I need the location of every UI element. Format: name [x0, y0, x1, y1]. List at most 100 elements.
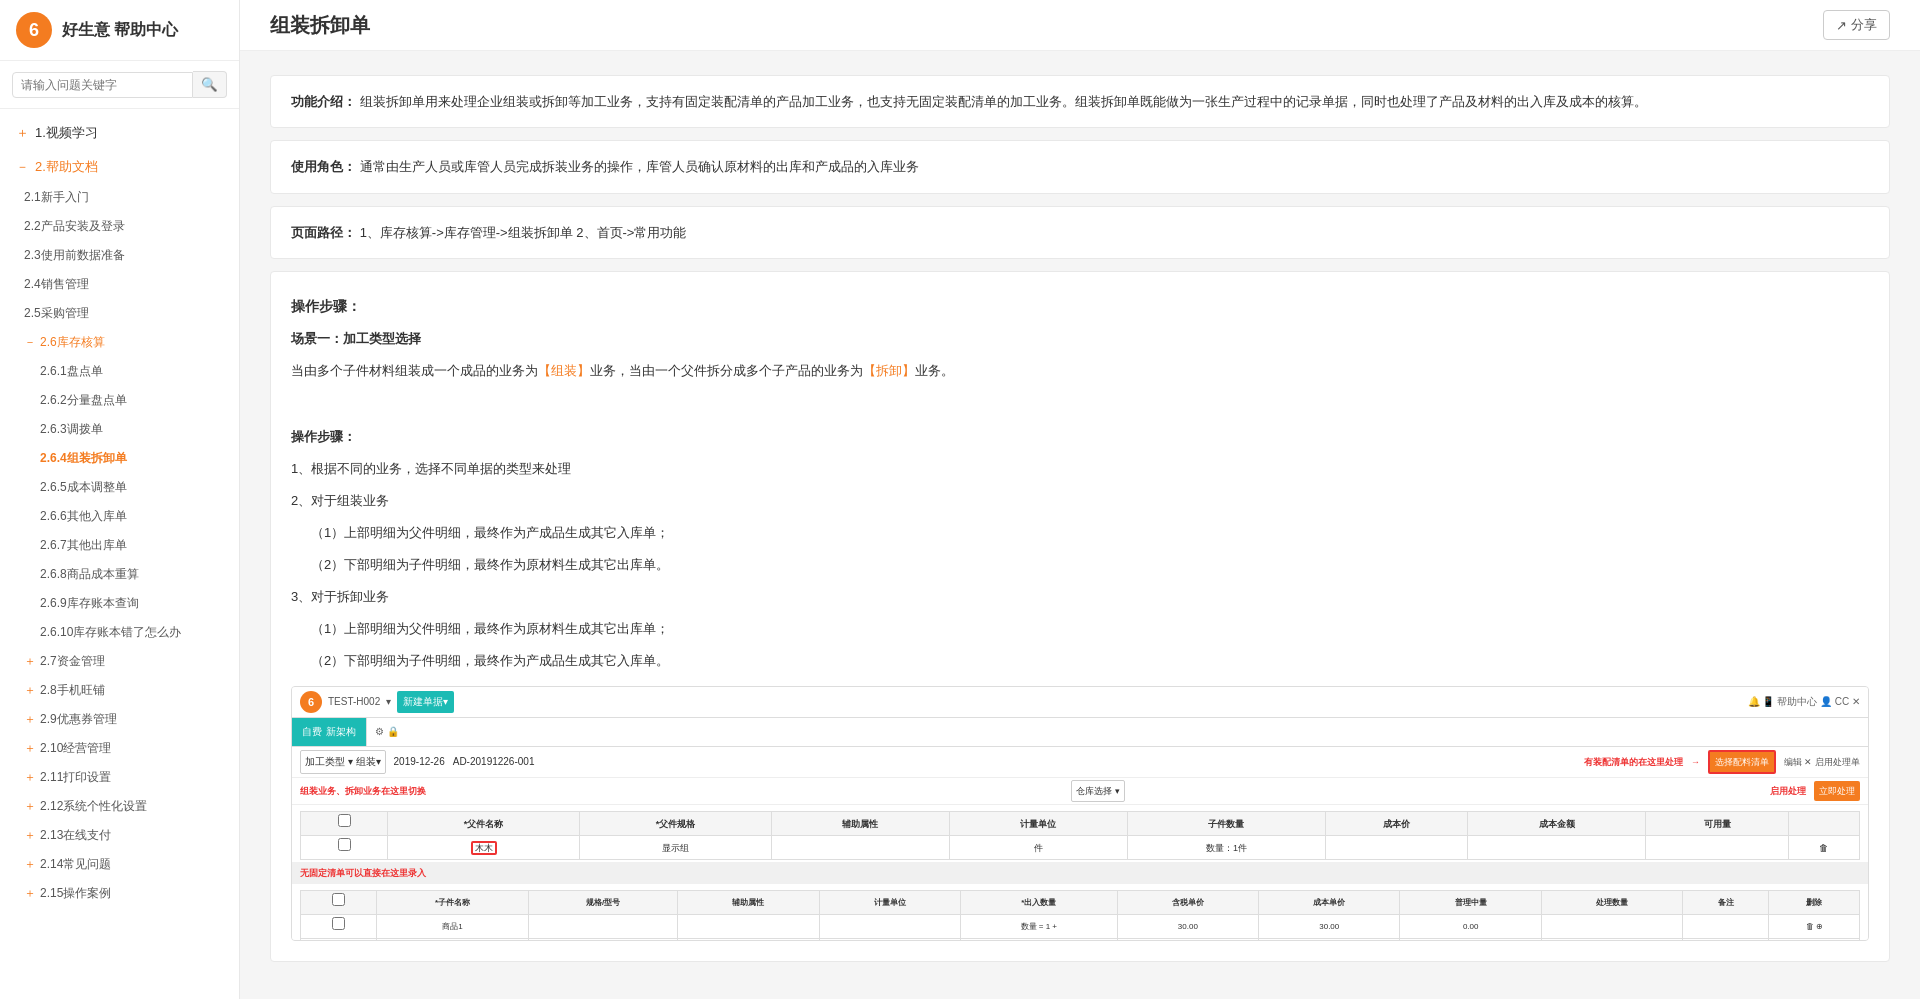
sim-bottom-row-1: 商品1 数量 = 1 + 30.00 30.00 0.00: [301, 915, 1860, 939]
sim-tab-new-btn: 新架构: [326, 722, 356, 742]
nav-section-help-header[interactable]: － 2.帮助文档: [0, 151, 239, 183]
nav-item-2-6[interactable]: － 2.6库存核算: [24, 328, 239, 357]
content-area: 功能介绍： 组装拆卸单用来处理企业组装或拆卸等加工业务，支持有固定装配清单的产品…: [240, 51, 1920, 999]
nav-item-2-6-9[interactable]: 2.6.9库存账本查询: [40, 589, 239, 618]
nav-item-2-15[interactable]: ＋2.15操作案例: [24, 879, 239, 908]
sim-annotation-top: 有装配清单的在这里处理: [1584, 753, 1683, 771]
sim-top-table-header-row: *父件名称 *父件规格 辅助属性 计量单位 子件数量 成本价 成本金额 可用量: [301, 812, 1860, 836]
content-main-block: 操作步骤： 场景一：加工类型选择 当由多个子件材料组装成一个成品的业务为【组装】…: [270, 271, 1890, 962]
sim-sub-header: 组装业务、拆卸业务在这里切换 仓库选择 ▾ 启用处理 立即处理: [292, 778, 1868, 805]
nav-item-2-6-4[interactable]: 2.6.4组装拆卸单: [40, 444, 239, 473]
btr1-qty: 数量 = 1 +: [960, 915, 1117, 939]
th-cost-price: 成本价: [1325, 812, 1467, 836]
bth-aux: 辅助属性: [678, 891, 819, 915]
logo-text: 好生意 帮助中心: [62, 20, 178, 41]
nav-item-2-6-2[interactable]: 2.6.2分量盘点单: [40, 386, 239, 415]
nav-item-2-6-8[interactable]: 2.6.8商品成本重算: [40, 560, 239, 589]
nav-item-2-11[interactable]: ＋2.11打印设置: [24, 763, 239, 792]
screenshot-container: 6 TEST-H002 ▾ 新建单据▾ 🔔 📱 帮助中心 👤 CC ✕ 自费: [291, 686, 1869, 941]
nav-item-2-8[interactable]: ＋2.8手机旺铺: [24, 676, 239, 705]
highlight-assemble: 【组装】: [538, 363, 590, 378]
btr2-note: [1683, 939, 1769, 942]
sim-new-btn: 新建单据▾: [397, 691, 454, 713]
sim-tab-icon-area: ⚙ 🔒: [366, 718, 407, 746]
share-button[interactable]: ↗ 分享: [1823, 10, 1890, 40]
bth-qty: *出入数量: [960, 891, 1117, 915]
sim-nav-item1: ▾: [386, 692, 391, 712]
sim-bottom-header: 无固定清单可以直接在这里录入: [292, 862, 1868, 884]
nav-item-2-4[interactable]: 2.4销售管理: [24, 270, 239, 299]
search-button[interactable]: 🔍: [193, 71, 227, 98]
nav-item-2-7[interactable]: ＋2.7资金管理: [24, 647, 239, 676]
search-input[interactable]: [12, 72, 193, 98]
sim-process-annotation: 启用处理: [1770, 782, 1806, 800]
th-parent-name: *父件名称: [388, 812, 580, 836]
bth-spec: 规格/型号: [529, 891, 678, 915]
td-spec-1: 显示组: [579, 836, 771, 860]
btr2-proc: 0.00: [1400, 939, 1541, 942]
topbar: 组装拆卸单 ↗ 分享: [240, 0, 1920, 51]
nav-item-2-13[interactable]: ＋2.13在线支付: [24, 821, 239, 850]
td-checkbox-1: [301, 836, 388, 860]
row-check-1[interactable]: [338, 838, 351, 851]
sim-bottom-row-2: 商品2 数量 = 1 + 30.00 0.00: [301, 939, 1860, 942]
th-aux-attr: 辅助属性: [771, 812, 949, 836]
btr1-spec: [529, 915, 678, 939]
sim-titlebar-left: 6 TEST-H002 ▾ 新建单据▾: [300, 691, 454, 713]
td-aux-1: [771, 836, 949, 860]
td-available-1: [1646, 836, 1788, 860]
nav-item-2-6-10[interactable]: 2.6.10库存账本错了怎么办: [40, 618, 239, 647]
nav-item-2-6-5[interactable]: 2.6.5成本调整单: [40, 473, 239, 502]
nav-item-2-9[interactable]: ＋2.9优惠券管理: [24, 705, 239, 734]
th-cost-amount: 成本金额: [1468, 812, 1646, 836]
sim-date: 2019-12-26: [394, 752, 445, 772]
nav-item-2-12[interactable]: ＋2.12系统个性化设置: [24, 792, 239, 821]
sidebar: 6 好生意 帮助中心 🔍 ＋ 1.视频学习 － 2.帮助文档 2.1新手入门 2…: [0, 0, 240, 999]
select-all-top[interactable]: [338, 814, 351, 827]
btr1-name: 商品1: [376, 915, 528, 939]
th-available: 可用量: [1646, 812, 1788, 836]
role-block: 使用角色： 通常由生产人员或库管人员完成拆装业务的操作，库管人员确认原材料的出库…: [270, 140, 1890, 193]
nav-sub-help: 2.1新手入门 2.2产品安装及登录 2.3使用前数据准备 2.4销售管理 2.…: [0, 183, 239, 908]
sim-title: TEST-H002: [328, 692, 380, 712]
btr1-cost: 30.00: [1259, 915, 1400, 939]
highlight-disassemble: 【拆卸】: [863, 363, 915, 378]
nav-item-2-3[interactable]: 2.3使用前数据准备: [24, 241, 239, 270]
nav-item-2-6-3[interactable]: 2.6.3调拨单: [40, 415, 239, 444]
btr2-done: [1541, 939, 1682, 942]
btr2-unit: [819, 939, 960, 942]
nav-item-2-6-1[interactable]: 2.6.1盘点单: [40, 357, 239, 386]
nav-item-2-6-7[interactable]: 2.6.7其他出库单: [40, 531, 239, 560]
sim-annotation-btn: 选择配料清单: [1708, 750, 1776, 774]
nav-item-2-5[interactable]: 2.5采购管理: [24, 299, 239, 328]
btr2-check: [301, 939, 377, 942]
td-name-1: 木木: [388, 836, 580, 860]
main-area: 组装拆卸单 ↗ 分享 功能介绍： 组装拆卸单用来处理企业组装或拆卸等加工业务，支…: [240, 0, 1920, 999]
nav-item-2-10[interactable]: ＋2.10经营管理: [24, 734, 239, 763]
step-2-1: （1）上部明细为父件明细，最终作为产成品生成其它入库单；: [311, 520, 1869, 546]
step-3-2: （2）下部明细为子件明细，最终作为产成品生成其它入库单。: [311, 648, 1869, 674]
logo-icon: 6: [16, 12, 52, 48]
btr1-unit: [819, 915, 960, 939]
nav-item-2-6-6[interactable]: 2.6.6其他入库单: [40, 502, 239, 531]
bth-proc-qty: 普理中量: [1400, 891, 1541, 915]
path-label: 页面路径：: [291, 225, 356, 240]
sim-action-btns: 编辑 ✕ 启用处理单: [1784, 753, 1860, 771]
nav-item-2-14[interactable]: ＋2.14常见问题: [24, 850, 239, 879]
nav-section-help: － 2.帮助文档 2.1新手入门 2.2产品安装及登录 2.3使用前数据准备 2…: [0, 151, 239, 908]
td-unit-1: 件: [949, 836, 1127, 860]
sim-top-table: *父件名称 *父件规格 辅助属性 计量单位 子件数量 成本价 成本金额 可用量: [300, 811, 1860, 860]
bottom-row1-check[interactable]: [332, 917, 345, 930]
th-unit: 计量单位: [949, 812, 1127, 836]
sim-logo: 6: [300, 691, 322, 713]
scenario1-title: 场景一：加工类型选择: [291, 326, 1869, 352]
select-all-bottom[interactable]: [332, 893, 345, 906]
nav-section-video-header[interactable]: ＋ 1.视频学习: [0, 117, 239, 149]
page-title: 组装拆卸单: [270, 12, 370, 39]
nav-item-2-1[interactable]: 2.1新手入门: [24, 183, 239, 212]
intro-text: 组装拆卸单用来处理企业组装或拆卸等加工业务，支持有固定装配清单的产品加工业务，也…: [360, 94, 1647, 109]
nav-item-2-2[interactable]: 2.2产品安装及登录: [24, 212, 239, 241]
btr2-tax: 30.00: [1117, 939, 1258, 942]
td-qty-1: 数量：1件: [1127, 836, 1325, 860]
sim-bottom-table-area: *子件名称 规格/型号 辅助属性 计量单位 *出入数量 含税单价 成本单价 普理…: [292, 884, 1868, 941]
